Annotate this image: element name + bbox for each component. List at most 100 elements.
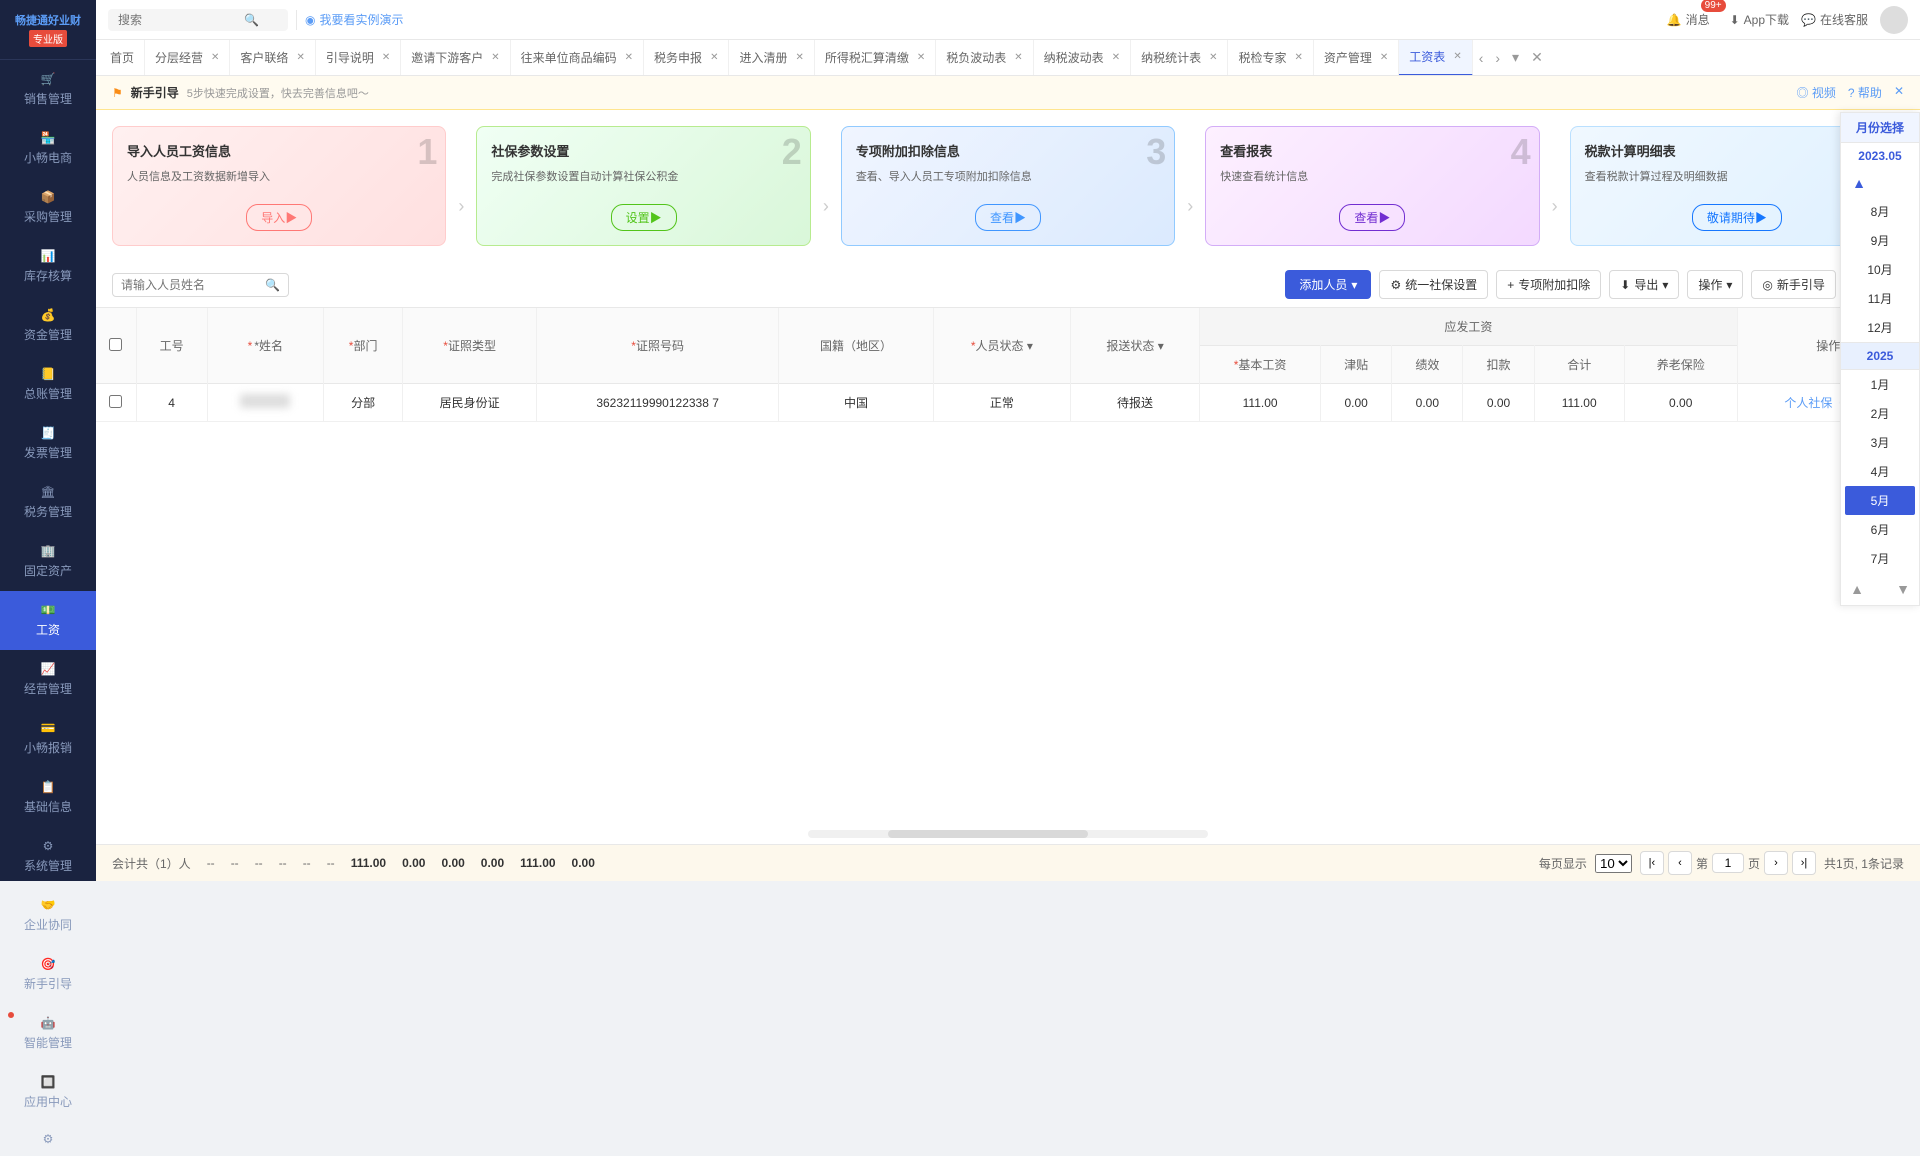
month-11[interactable]: 11月 <box>1841 284 1919 313</box>
sidebar-item-ecommerce[interactable]: 🏪 小畅电商 <box>0 119 96 178</box>
app-download-btn[interactable]: ⬇ App下载 <box>1730 11 1789 28</box>
month-footer-up[interactable]: ▲ <box>1845 577 1869 601</box>
person-search-input[interactable] <box>121 278 261 292</box>
month-nav-up[interactable]: ▲ <box>1849 173 1869 193</box>
step-btn-1[interactable]: 导入▶ <box>246 204 312 231</box>
page-last-btn[interactable]: ›| <box>1792 851 1816 875</box>
tab-close-payroll[interactable]: ✕ <box>1453 51 1461 62</box>
month-8[interactable]: 8月 <box>1841 197 1919 226</box>
step-btn-4[interactable]: 查看▶ <box>1339 204 1405 231</box>
online-service-btn[interactable]: 💬 在线客服 <box>1801 11 1868 28</box>
sidebar-item-collab[interactable]: 🤝 企业协同 <box>0 886 96 945</box>
tab-close-all[interactable]: ✕ <box>1525 49 1549 66</box>
user-avatar[interactable] <box>1880 6 1908 34</box>
guide-button[interactable]: ◎ 新手引导 <box>1751 270 1836 299</box>
tab-close-guide[interactable]: ✕ <box>382 52 390 63</box>
sidebar-item-expense[interactable]: 💳 小畅报销 <box>0 709 96 768</box>
tab-home[interactable]: 首页 <box>100 40 145 76</box>
sidebar-settings[interactable]: ⚙ <box>0 1122 96 1156</box>
status-filter-icon[interactable]: ▾ <box>1027 339 1033 353</box>
month-5[interactable]: 5月 <box>1845 486 1915 515</box>
unified-settings-button[interactable]: ⚙ 统一社保设置 <box>1379 270 1488 299</box>
page-prev-btn[interactable]: ‹ <box>1668 851 1692 875</box>
scrollbar-track[interactable] <box>808 830 1208 838</box>
sidebar-item-ledger[interactable]: 📒 总账管理 <box>0 355 96 414</box>
tab-tax-burden[interactable]: 税负波动表 ✕ <box>936 40 1033 76</box>
page-next-btn[interactable]: › <box>1764 851 1788 875</box>
month-1[interactable]: 1月 <box>1841 370 1919 399</box>
personal-insurance-link[interactable]: 个人社保 <box>1784 396 1832 410</box>
month-footer-down[interactable]: ▼ <box>1891 577 1915 601</box>
tab-nav-prev[interactable]: ‹ <box>1473 50 1490 66</box>
row-checkbox-1[interactable] <box>109 395 122 408</box>
guide-video-btn[interactable]: ◎ 视频 <box>1797 84 1836 101</box>
sidebar-item-guide[interactable]: 🎯 新手引导 <box>0 945 96 1004</box>
tab-close-invite[interactable]: ✕ <box>491 52 499 63</box>
global-search-icon[interactable]: 🔍 <box>244 13 259 27</box>
tab-tax-expert[interactable]: 税检专家 ✕ <box>1228 40 1313 76</box>
month-6[interactable]: 6月 <box>1841 515 1919 544</box>
guide-close-icon[interactable]: ✕ <box>1894 84 1904 101</box>
sidebar-item-system[interactable]: ⚙ 系统管理 <box>0 827 96 886</box>
tab-guide-desc[interactable]: 引导说明 ✕ <box>316 40 401 76</box>
month-9[interactable]: 9月 <box>1841 226 1919 255</box>
sidebar-item-ai[interactable]: 🤖 智能管理 <box>0 1004 96 1063</box>
month-2[interactable]: 2月 <box>1841 399 1919 428</box>
tab-income-tax[interactable]: 所得税汇算清缴 ✕ <box>815 40 936 76</box>
month-nav-down-right[interactable] <box>1891 173 1911 193</box>
tab-clearance[interactable]: 进入清册 ✕ <box>729 40 814 76</box>
guide-help-btn[interactable]: ? 帮助 <box>1848 84 1882 101</box>
sidebar-item-assets[interactable]: 🏢 固定资产 <box>0 532 96 591</box>
tab-payroll[interactable]: 工资表 ✕ <box>1399 40 1472 76</box>
sidebar-item-app-center[interactable]: 🔲 应用中心 <box>0 1063 96 1122</box>
step-btn-2[interactable]: 设置▶ <box>611 204 677 231</box>
sidebar-item-tax[interactable]: 🏛 税务管理 <box>0 473 96 532</box>
tab-close-tax-burden[interactable]: ✕ <box>1014 52 1022 63</box>
tab-close-tax-stats[interactable]: ✕ <box>1209 52 1217 63</box>
tab-dropdown[interactable]: ▾ <box>1506 49 1525 66</box>
tab-close-layered-ops[interactable]: ✕ <box>211 52 219 63</box>
tab-close-product[interactable]: ✕ <box>625 52 633 63</box>
step-btn-5[interactable]: 敬请期待▶ <box>1692 204 1782 231</box>
tab-asset-mgmt[interactable]: 资产管理 ✕ <box>1314 40 1399 76</box>
tab-tax-report[interactable]: 税务申报 ✕ <box>644 40 729 76</box>
page-first-btn[interactable]: |‹ <box>1640 851 1664 875</box>
tab-invite[interactable]: 邀请下游客户 ✕ <box>401 40 510 76</box>
sidebar-item-inventory[interactable]: 📊 库存核算 <box>0 237 96 296</box>
tab-close-income-tax[interactable]: ✕ <box>917 52 925 63</box>
sidebar-item-finance[interactable]: 💰 资金管理 <box>0 296 96 355</box>
tab-close-tax-expert[interactable]: ✕ <box>1295 52 1303 63</box>
tab-product-code[interactable]: 往来单位商品编码 ✕ <box>511 40 644 76</box>
export-button[interactable]: ⬇ 导出 ▾ <box>1609 270 1679 299</box>
message-btn[interactable]: 🔔 消息 99+ <box>1659 7 1718 32</box>
tab-close-clearance[interactable]: ✕ <box>795 52 803 63</box>
select-all-checkbox[interactable] <box>109 338 122 351</box>
global-search-input[interactable] <box>118 13 238 27</box>
person-search-icon[interactable]: 🔍 <box>265 278 280 292</box>
tab-close-asset[interactable]: ✕ <box>1380 52 1388 63</box>
tab-tax-stats[interactable]: 纳税统计表 ✕ <box>1131 40 1228 76</box>
tab-tax-dynamic[interactable]: 纳税波动表 ✕ <box>1034 40 1131 76</box>
sidebar-item-operations[interactable]: 📈 经营管理 <box>0 650 96 709</box>
sidebar-item-basic-info[interactable]: 📋 基础信息 <box>0 768 96 827</box>
page-input[interactable] <box>1712 853 1744 873</box>
sidebar-item-payroll[interactable]: 💵 工资 <box>0 591 96 650</box>
tab-layered-ops[interactable]: 分层经营 ✕ <box>145 40 230 76</box>
month-3[interactable]: 3月 <box>1841 428 1919 457</box>
tab-customer-contact[interactable]: 客户联络 ✕ <box>230 40 315 76</box>
special-deduction-button[interactable]: + 专项附加扣除 <box>1496 270 1601 299</box>
month-4[interactable]: 4月 <box>1841 457 1919 486</box>
actions-button[interactable]: 操作 ▾ <box>1687 270 1743 299</box>
step-btn-3[interactable]: 查看▶ <box>975 204 1041 231</box>
per-page-select[interactable]: 10 20 50 <box>1595 854 1632 873</box>
sidebar-item-purchase[interactable]: 📦 采购管理 <box>0 178 96 237</box>
add-person-button[interactable]: 添加人员 ▾ <box>1285 270 1371 299</box>
tab-close-tax-dynamic[interactable]: ✕ <box>1112 52 1120 63</box>
scrollbar-thumb[interactable] <box>888 830 1088 838</box>
demo-link[interactable]: ◉ 我要看实例演示 <box>305 11 404 28</box>
tab-close-customer[interactable]: ✕ <box>296 52 304 63</box>
tab-nav-next[interactable]: › <box>1489 50 1506 66</box>
tab-close-tax[interactable]: ✕ <box>710 52 718 63</box>
month-12[interactable]: 12月 <box>1841 313 1919 342</box>
report-filter-icon[interactable]: ▾ <box>1158 339 1164 353</box>
